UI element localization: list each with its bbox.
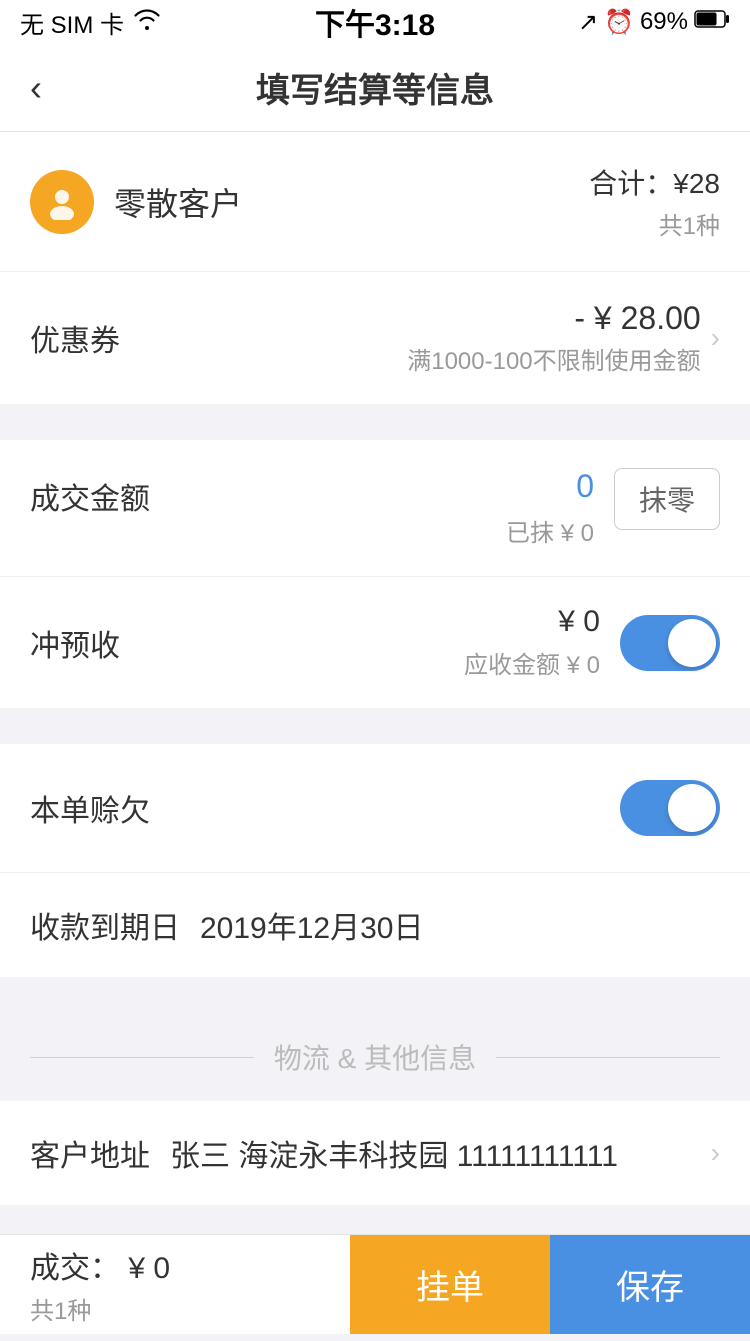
debt-row: 本单赊欠 bbox=[0, 744, 750, 872]
prepay-sub: 应收金额 ¥ 0 bbox=[464, 645, 600, 680]
section-divider-1 bbox=[0, 420, 750, 440]
due-date-value: 2019年12月30日 bbox=[200, 903, 423, 947]
address-card: 客户地址 张三 海淀永丰科技园 11111111111 › bbox=[0, 1101, 750, 1205]
due-date-label: 收款到期日 bbox=[30, 903, 180, 947]
prepay-label: 冲预收 bbox=[30, 621, 120, 665]
customer-row: 零散客户 合计：¥28 共1种 bbox=[0, 132, 750, 271]
coupon-right: - ¥ 28.00 满1000-100不限制使用金额 › bbox=[407, 300, 720, 376]
bottom-total-value: ¥ 0 bbox=[128, 1252, 170, 1285]
status-bar: 无 SIM 卡 下午3:18 ↗ ⏰ 69% bbox=[0, 0, 750, 44]
bottom-summary: 成交： ¥ 0 共1种 bbox=[0, 1235, 350, 1334]
battery-percent: 69% bbox=[640, 8, 688, 36]
prepay-toggle[interactable] bbox=[620, 615, 720, 671]
wifi-icon bbox=[132, 8, 162, 37]
nav-bar: ‹ 填写结算等信息 bbox=[0, 44, 750, 132]
customer-right: 合计：¥28 共1种 bbox=[589, 162, 720, 241]
nav-title: 填写结算等信息 bbox=[256, 63, 494, 112]
alarm-icon: ⏰ bbox=[604, 8, 634, 37]
toggle-knob bbox=[668, 619, 716, 667]
status-time: 下午3:18 bbox=[315, 0, 435, 44]
section-divider-2 bbox=[0, 724, 750, 744]
bottom-total: 成交： ¥ 0 bbox=[30, 1243, 320, 1287]
total-count: 共1种 bbox=[589, 206, 720, 241]
avatar bbox=[30, 170, 94, 234]
amount-value: 0 bbox=[506, 468, 594, 505]
due-row: 收款到期日 2019年12月30日 bbox=[0, 872, 750, 977]
address-value: 张三 海淀永丰科技园 11111111111 bbox=[170, 1131, 711, 1175]
no-sim-text: 无 SIM 卡 bbox=[20, 5, 124, 40]
logistics-line-left bbox=[30, 1057, 254, 1058]
logistics-line-right bbox=[496, 1057, 720, 1058]
bottom-total-label: 成交： bbox=[30, 1252, 120, 1285]
debt-toggle[interactable] bbox=[620, 780, 720, 836]
address-label: 客户地址 bbox=[30, 1131, 150, 1175]
chevron-right-icon: › bbox=[711, 322, 720, 354]
back-button[interactable]: ‹ bbox=[30, 67, 42, 109]
debt-card: 本单赊欠 收款到期日 2019年12月30日 bbox=[0, 744, 750, 977]
address-chevron-icon: › bbox=[711, 1137, 720, 1169]
prepay-main: ¥ 0 bbox=[464, 605, 600, 639]
status-right: ↗ ⏰ 69% bbox=[578, 8, 730, 37]
coupon-label: 优惠券 bbox=[30, 316, 120, 360]
customer-left: 零散客户 bbox=[30, 170, 242, 234]
amount-value-wrap: 0 已抹 ¥ 0 bbox=[506, 468, 594, 548]
address-row[interactable]: 客户地址 张三 海淀永丰科技园 11111111111 › bbox=[0, 1101, 750, 1205]
coupon-value-wrap: - ¥ 28.00 满1000-100不限制使用金额 bbox=[407, 300, 700, 376]
round-button[interactable]: 抹零 bbox=[614, 468, 720, 530]
amount-card: 成交金额 0 已抹 ¥ 0 抹零 冲预收 ¥ 0 应收金额 ¥ 0 bbox=[0, 440, 750, 708]
amount-sub: 已抹 ¥ 0 bbox=[506, 513, 594, 548]
hang-button[interactable]: 挂单 bbox=[350, 1235, 550, 1334]
logistics-divider: 物流 & 其他信息 bbox=[0, 1013, 750, 1101]
debt-toggle-knob bbox=[668, 784, 716, 832]
debt-label: 本单赊欠 bbox=[30, 786, 150, 830]
logistics-text: 物流 & 其他信息 bbox=[274, 1037, 476, 1077]
status-left: 无 SIM 卡 bbox=[20, 5, 162, 40]
amount-label: 成交金额 bbox=[30, 468, 150, 518]
battery-icon bbox=[694, 8, 730, 36]
prepay-row: 冲预收 ¥ 0 应收金额 ¥ 0 bbox=[0, 576, 750, 708]
bottom-count: 共1种 bbox=[30, 1291, 320, 1326]
save-button[interactable]: 保存 bbox=[550, 1235, 750, 1334]
coupon-discount: - ¥ 28.00 bbox=[407, 300, 700, 337]
amount-row: 成交金额 0 已抹 ¥ 0 抹零 bbox=[0, 440, 750, 576]
section-divider-3 bbox=[0, 993, 750, 1013]
coupon-desc: 满1000-100不限制使用金额 bbox=[407, 341, 700, 376]
total-amount: 合计：¥28 bbox=[589, 162, 720, 202]
bottom-bar: 成交： ¥ 0 共1种 挂单 保存 bbox=[0, 1234, 750, 1334]
amount-right: 0 已抹 ¥ 0 抹零 bbox=[506, 468, 720, 548]
customer-card: 零散客户 合计：¥28 共1种 优惠券 - ¥ 28.00 满1000-100不… bbox=[0, 132, 750, 404]
prepay-values: ¥ 0 应收金额 ¥ 0 bbox=[464, 605, 600, 680]
coupon-row[interactable]: 优惠券 - ¥ 28.00 满1000-100不限制使用金额 › bbox=[0, 271, 750, 404]
location-icon: ↗ bbox=[578, 8, 598, 37]
prepay-right: ¥ 0 应收金额 ¥ 0 bbox=[464, 605, 720, 680]
customer-name: 零散客户 bbox=[114, 179, 242, 225]
